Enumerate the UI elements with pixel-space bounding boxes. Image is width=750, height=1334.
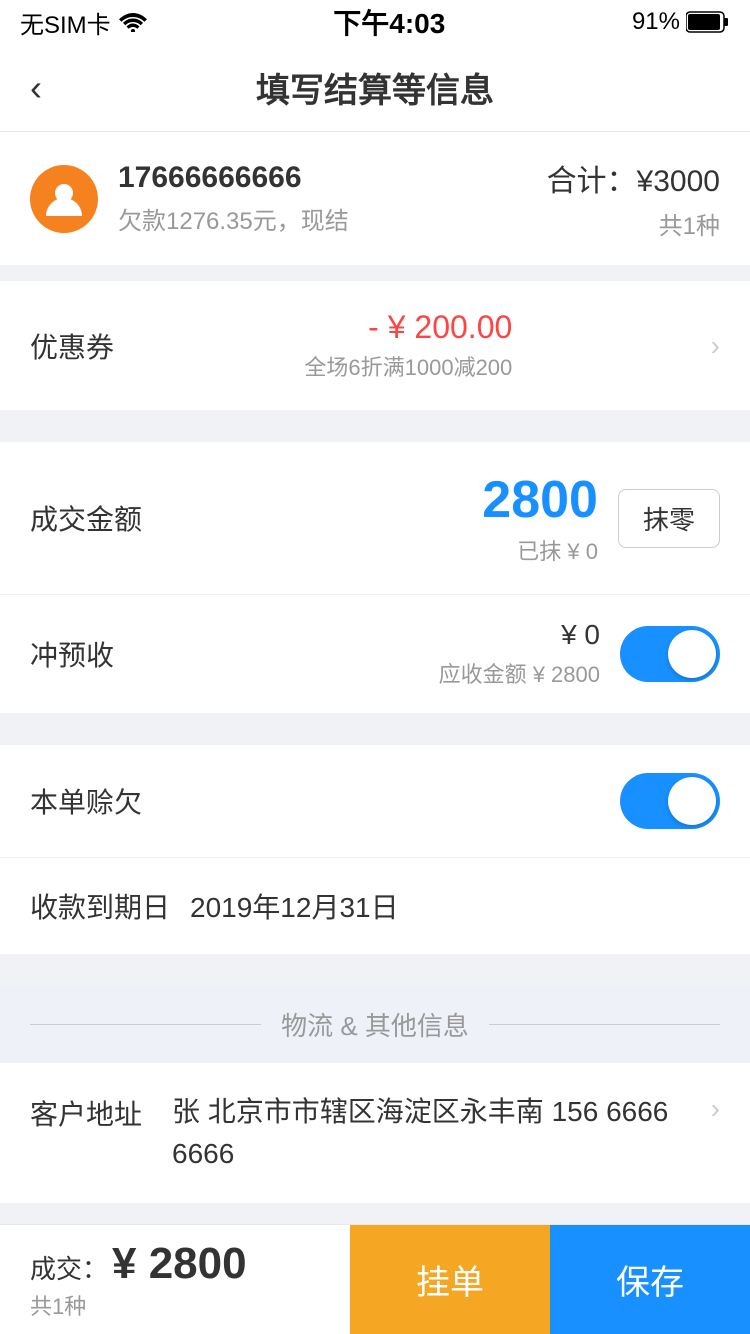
- prepay-label: 冲预收: [30, 634, 114, 674]
- customer-debt: 欠款1276.35元，现结: [118, 201, 547, 236]
- status-left: 无SIM卡: [20, 5, 147, 40]
- debt-card: 本单赊欠 收款到期日 2019年12月31日: [0, 745, 750, 954]
- save-button[interactable]: 保存: [550, 1225, 750, 1334]
- customer-phone: 17666666666: [118, 161, 547, 195]
- due-date-value: 2019年12月31日: [190, 886, 399, 926]
- deal-right: 2800 已抹 ¥ 0 抹零: [482, 470, 720, 566]
- deal-label: 成交金额: [30, 498, 142, 538]
- prepay-row: 冲预收 ¥ 0 应收金额 ¥ 2800: [0, 595, 750, 713]
- prepay-right: ¥ 0 应收金额 ¥ 2800: [439, 619, 600, 689]
- address-value: 张 北京市市辖区海淀区永丰南 156 6666 6666: [172, 1091, 695, 1175]
- nav-bar: ‹ 填写结算等信息: [0, 44, 750, 132]
- prepay-toggle[interactable]: [620, 626, 720, 682]
- discount-value: - ¥ 200.00: [368, 309, 512, 346]
- section-divider-2: [0, 729, 750, 745]
- status-time: 下午4:03: [333, 2, 445, 42]
- section-divider-3: [0, 970, 750, 986]
- bottom-summary: 成交： ¥ 2800 共1种: [0, 1239, 350, 1321]
- back-button[interactable]: ‹: [30, 67, 42, 109]
- avatar: [30, 165, 98, 233]
- header-line-right: [489, 1024, 720, 1025]
- bottom-bar: 成交： ¥ 2800 共1种 挂单 保存: [0, 1224, 750, 1334]
- status-right: 91%: [632, 8, 730, 36]
- discount-right: - ¥ 200.00 全场6折满1000减200: [304, 309, 512, 382]
- deal-amount-wrap: 2800 已抹 ¥ 0: [482, 470, 598, 566]
- logistics-header: 物流 & 其他信息: [0, 986, 750, 1063]
- main-content: 17666666666 欠款1276.35元，现结 合计：¥3000 共1种 优…: [0, 132, 750, 1329]
- customer-info: 17666666666 欠款1276.35元，现结: [118, 161, 547, 236]
- prepay-sub: 应收金额 ¥ 2800: [439, 657, 600, 689]
- bottom-deal-row: 成交： ¥ 2800: [30, 1239, 320, 1289]
- bottom-deal-amount: ¥ 2800: [112, 1239, 247, 1289]
- bottom-count: 共1种: [30, 1289, 320, 1321]
- address-chevron-icon: ›: [711, 1091, 720, 1125]
- pending-button[interactable]: 挂单: [350, 1225, 550, 1334]
- address-card: 客户地址 张 北京市市辖区海淀区永丰南 156 6666 6666 ›: [0, 1063, 750, 1203]
- battery-icon: [686, 11, 730, 33]
- deal-amount: 2800: [482, 470, 598, 530]
- bottom-deal-label: 成交：: [30, 1249, 108, 1286]
- round-button[interactable]: 抹零: [618, 489, 720, 548]
- section-divider-1: [0, 426, 750, 442]
- customer-card: 17666666666 欠款1276.35元，现结 合计：¥3000 共1种: [0, 132, 750, 265]
- due-date-label: 收款到期日: [30, 886, 170, 926]
- discount-desc: 全场6折满1000减200: [304, 350, 512, 382]
- due-date-row: 收款到期日 2019年12月31日: [0, 857, 750, 954]
- discount-row[interactable]: 优惠券 - ¥ 200.00 全场6折满1000减200 ›: [0, 281, 750, 410]
- deal-amount-row: 成交金额 2800 已抹 ¥ 0 抹零: [0, 442, 750, 594]
- logistics-label: 物流 & 其他信息: [281, 1006, 469, 1043]
- debt-label: 本单赊欠: [30, 781, 142, 821]
- status-bar: 无SIM卡 下午4:03 91%: [0, 0, 750, 44]
- sim-status: 无SIM卡: [20, 5, 111, 40]
- deal-card: 成交金额 2800 已抹 ¥ 0 抹零 冲预收 ¥ 0 应收金额 ¥ 2800: [0, 442, 750, 713]
- wifi-icon: [119, 12, 147, 32]
- prepay-amount: ¥ 0: [561, 619, 600, 651]
- prepay-toggle-knob: [668, 630, 716, 678]
- battery-percent: 91%: [632, 8, 680, 36]
- customer-row: 17666666666 欠款1276.35元，现结 合计：¥3000 共1种: [0, 132, 750, 265]
- debt-row: 本单赊欠: [0, 745, 750, 857]
- debt-toggle[interactable]: [620, 773, 720, 829]
- address-row[interactable]: 客户地址 张 北京市市辖区海淀区永丰南 156 6666 6666 ›: [0, 1063, 750, 1203]
- address-label: 客户地址: [30, 1091, 142, 1133]
- header-line-left: [30, 1024, 261, 1025]
- deal-sub: 已抹 ¥ 0: [482, 534, 598, 566]
- discount-chevron-icon: ›: [711, 330, 720, 362]
- debt-toggle-knob: [668, 777, 716, 825]
- avatar-icon: [43, 178, 85, 220]
- page-title: 填写结算等信息: [256, 63, 494, 112]
- customer-total: 合计：¥3000 共1种: [547, 156, 720, 241]
- discount-card: 优惠券 - ¥ 200.00 全场6折满1000减200 ›: [0, 281, 750, 410]
- discount-label: 优惠券: [30, 326, 114, 366]
- total-count: 共1种: [547, 206, 720, 241]
- total-amount: 合计：¥3000: [547, 156, 720, 200]
